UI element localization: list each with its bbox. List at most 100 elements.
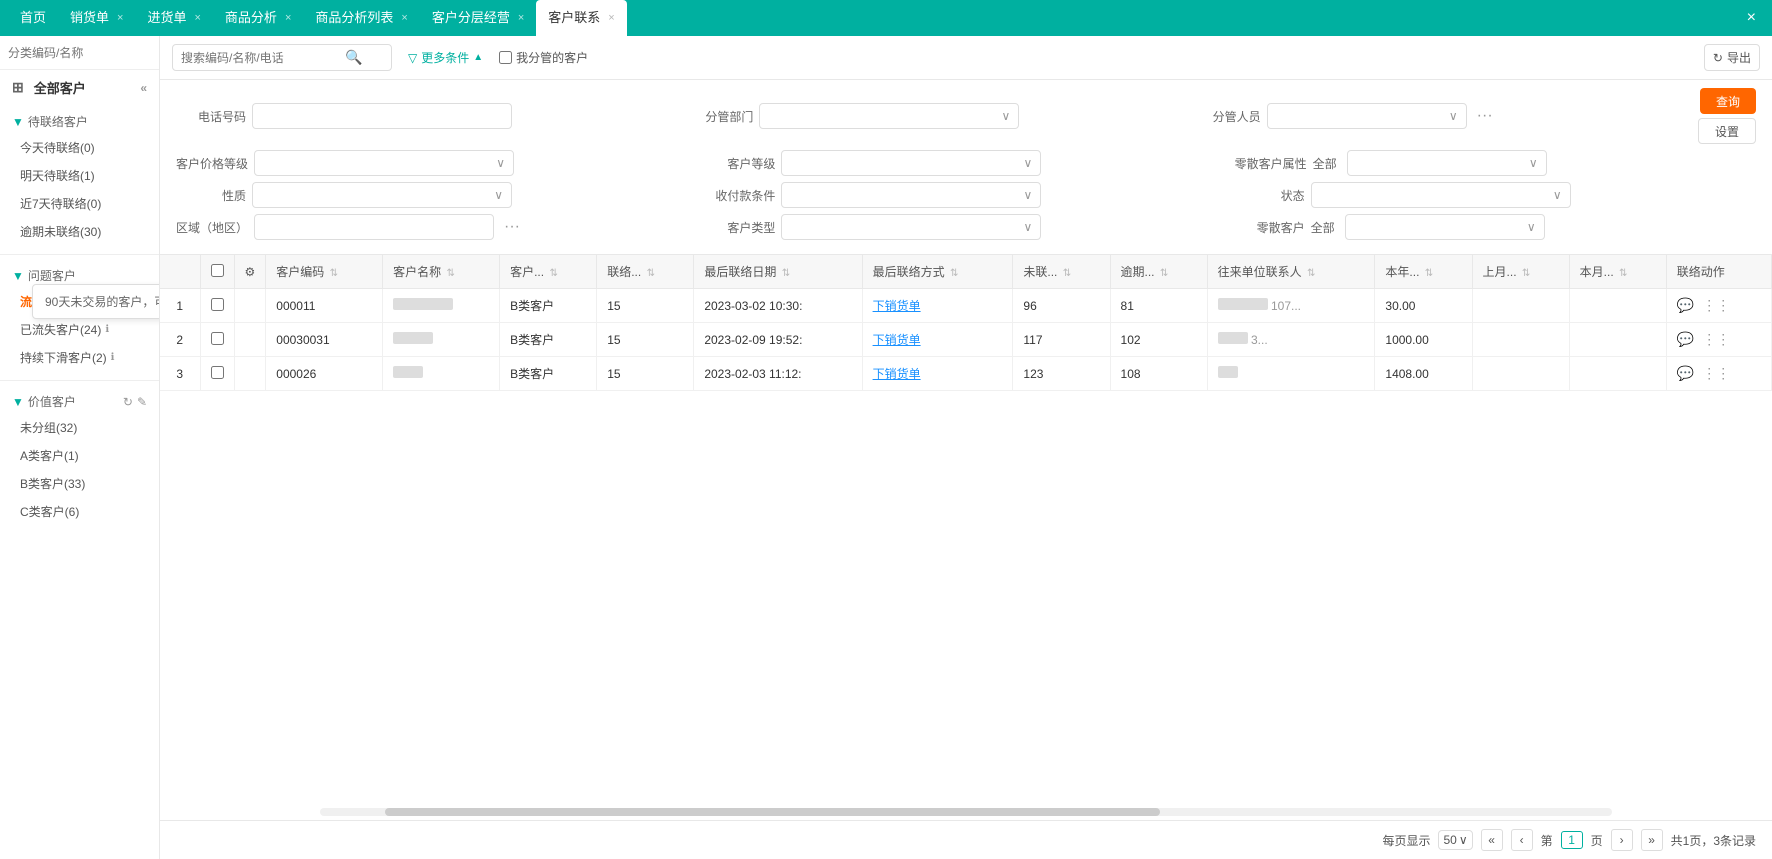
row-checkbox-3[interactable]: [200, 357, 234, 391]
nature-select[interactable]: ∨: [252, 182, 512, 208]
row-1-checkbox[interactable]: [211, 298, 224, 311]
close-purchase-tab[interactable]: ×: [194, 0, 200, 36]
sidebar-item-ungrouped[interactable]: 未分组(32): [0, 414, 159, 442]
settings-icon[interactable]: ⚙: [245, 265, 256, 279]
col-header-unit-contact[interactable]: 往来单位联系人 ⇅: [1207, 255, 1375, 289]
col-header-this-year[interactable]: 本年... ⇅: [1375, 255, 1472, 289]
sidebar-item-class-b[interactable]: B类客户(33): [0, 470, 159, 498]
settings-button[interactable]: 设置: [1698, 118, 1756, 144]
more-conditions-btn[interactable]: ▽ 更多条件 ▲: [400, 45, 491, 70]
more-icon-2[interactable]: ···: [500, 218, 524, 236]
nav-purchase[interactable]: 进货单 ×: [135, 0, 212, 36]
row-name-1[interactable]: [383, 289, 500, 323]
sidebar-item-declining[interactable]: 持续下滑客户(2) ℹ: [0, 344, 159, 372]
status-select[interactable]: ∨: [1311, 182, 1571, 208]
per-page-select[interactable]: 50 ∨: [1438, 830, 1472, 850]
row-name-2[interactable]: [383, 323, 500, 357]
col-checkbox[interactable]: [200, 255, 234, 289]
col-header-not-contacted[interactable]: 未联... ⇅: [1013, 255, 1110, 289]
col-header-this-month[interactable]: 本月... ⇅: [1569, 255, 1666, 289]
payment-select[interactable]: ∨: [781, 182, 1041, 208]
section-header-value[interactable]: ▼ 价值客户 ↻ ✎: [0, 389, 159, 414]
nav-customer-tier[interactable]: 客户分层经营 ×: [420, 0, 536, 36]
action-chat-3[interactable]: 💬: [1677, 365, 1694, 382]
close-product-tab[interactable]: ×: [285, 0, 291, 36]
next-page-btn[interactable]: ›: [1611, 829, 1633, 851]
row-way-2[interactable]: 下销货单: [862, 323, 1013, 357]
close-sales-tab[interactable]: ×: [117, 0, 123, 36]
col-settings[interactable]: ⚙: [234, 255, 266, 289]
row-checkbox-1[interactable]: [200, 289, 234, 323]
col-header-last-way[interactable]: 最后联络方式 ⇅: [862, 255, 1013, 289]
sidebar-item-tomorrow[interactable]: 明天待联络(1): [0, 162, 159, 190]
row-checkbox-2[interactable]: [200, 323, 234, 357]
close-all-btn[interactable]: ×: [1739, 9, 1764, 27]
filter-search-input[interactable]: [181, 51, 341, 65]
dept-select[interactable]: ∨: [759, 103, 1019, 129]
action-chat-1[interactable]: 💬: [1677, 297, 1694, 314]
nav-sales[interactable]: 销货单 ×: [58, 0, 135, 36]
name-blur-3: [393, 366, 423, 378]
horizontal-scrollbar[interactable]: [160, 804, 1772, 820]
customer-grade-select[interactable]: ∨: [781, 150, 1041, 176]
more-icon-1[interactable]: ···: [1473, 107, 1497, 125]
action-more-3[interactable]: ⋮⋮: [1702, 365, 1730, 382]
nav-product-list[interactable]: 商品分析列表 ×: [303, 0, 419, 36]
last-page-btn[interactable]: »: [1641, 829, 1663, 851]
sidebar-item-today[interactable]: 今天待联络(0): [0, 134, 159, 162]
sidebar-item-class-a[interactable]: A类客户(1): [0, 442, 159, 470]
col-header-name[interactable]: 客户名称 ⇅: [383, 255, 500, 289]
query-button[interactable]: 查询: [1700, 88, 1756, 114]
edit-icon[interactable]: ✎: [137, 395, 147, 409]
action-chat-2[interactable]: 💬: [1677, 331, 1694, 348]
col-header-contact[interactable]: 联络... ⇅: [597, 255, 694, 289]
price-grade-select[interactable]: ∨: [254, 150, 514, 176]
collapse-sidebar-icon[interactable]: «: [140, 81, 147, 95]
my-customers-check[interactable]: [499, 51, 512, 64]
sidebar-item-class-c[interactable]: C类客户(6): [0, 498, 159, 526]
prev-page-btn[interactable]: ‹: [1511, 829, 1533, 851]
person-select[interactable]: ∨: [1267, 103, 1467, 129]
row-way-1[interactable]: 下销货单: [862, 289, 1013, 323]
my-customers-checkbox[interactable]: 我分管的客户: [499, 49, 588, 66]
nav-home[interactable]: 首页: [8, 0, 58, 36]
customer-type-select[interactable]: ∨: [781, 214, 1041, 240]
refresh-icon[interactable]: ↻: [123, 395, 133, 409]
action-more-1[interactable]: ⋮⋮: [1702, 297, 1730, 314]
close-customer-tier-tab[interactable]: ×: [518, 0, 524, 36]
select-all-checkbox[interactable]: [211, 264, 224, 277]
row-name-3[interactable]: [383, 357, 500, 391]
sidebar-item-7days[interactable]: 近7天待联络(0): [0, 190, 159, 218]
action-more-2[interactable]: ⋮⋮: [1702, 331, 1730, 348]
region-select[interactable]: [254, 214, 494, 240]
current-page-input[interactable]: 1: [1561, 831, 1583, 849]
col-header-overdue[interactable]: 逾期... ⇅: [1110, 255, 1207, 289]
link-way-3[interactable]: 下销货单: [873, 367, 921, 381]
link-way-2[interactable]: 下销货单: [873, 333, 921, 347]
col-header-last-month[interactable]: 上月... ⇅: [1472, 255, 1569, 289]
sidebar-all-customers[interactable]: ⊞ 全部客户 «: [0, 70, 159, 105]
sidebar-item-churned[interactable]: 已流失客户(24) ℹ: [0, 316, 159, 344]
sidebar-search-input[interactable]: [8, 46, 160, 60]
col-header-last-date[interactable]: 最后联络日期 ⇅: [694, 255, 862, 289]
sidebar-item-overdue[interactable]: 逾期未联络(30): [0, 218, 159, 246]
nav-product-analysis[interactable]: 商品分析 ×: [213, 0, 303, 36]
col-header-code[interactable]: 客户编码 ⇅: [266, 255, 383, 289]
link-way-1[interactable]: 下销货单: [873, 299, 921, 313]
section-header-pending[interactable]: ▼ 待联络客户: [0, 109, 159, 134]
col-header-type[interactable]: 客户... ⇅: [500, 255, 597, 289]
nav-customer-contact[interactable]: 客户联系 ×: [536, 0, 626, 36]
close-product-list-tab[interactable]: ×: [401, 0, 407, 36]
row-action-2: 💬 ⋮⋮: [1666, 323, 1771, 357]
retail-attr-select[interactable]: ∨: [1347, 150, 1547, 176]
row-way-3[interactable]: 下销货单: [862, 357, 1013, 391]
row-2-checkbox[interactable]: [211, 332, 224, 345]
row-type-3: B类客户: [500, 357, 597, 391]
close-customer-contact-tab[interactable]: ×: [608, 0, 614, 36]
first-page-btn[interactable]: «: [1481, 829, 1503, 851]
row-3-checkbox[interactable]: [211, 366, 224, 379]
retail-customer-select[interactable]: ∨: [1345, 214, 1545, 240]
phone-input[interactable]: [252, 103, 512, 129]
filter-search-icon[interactable]: 🔍: [345, 49, 362, 66]
export-btn[interactable]: ↻ 导出: [1704, 44, 1760, 71]
